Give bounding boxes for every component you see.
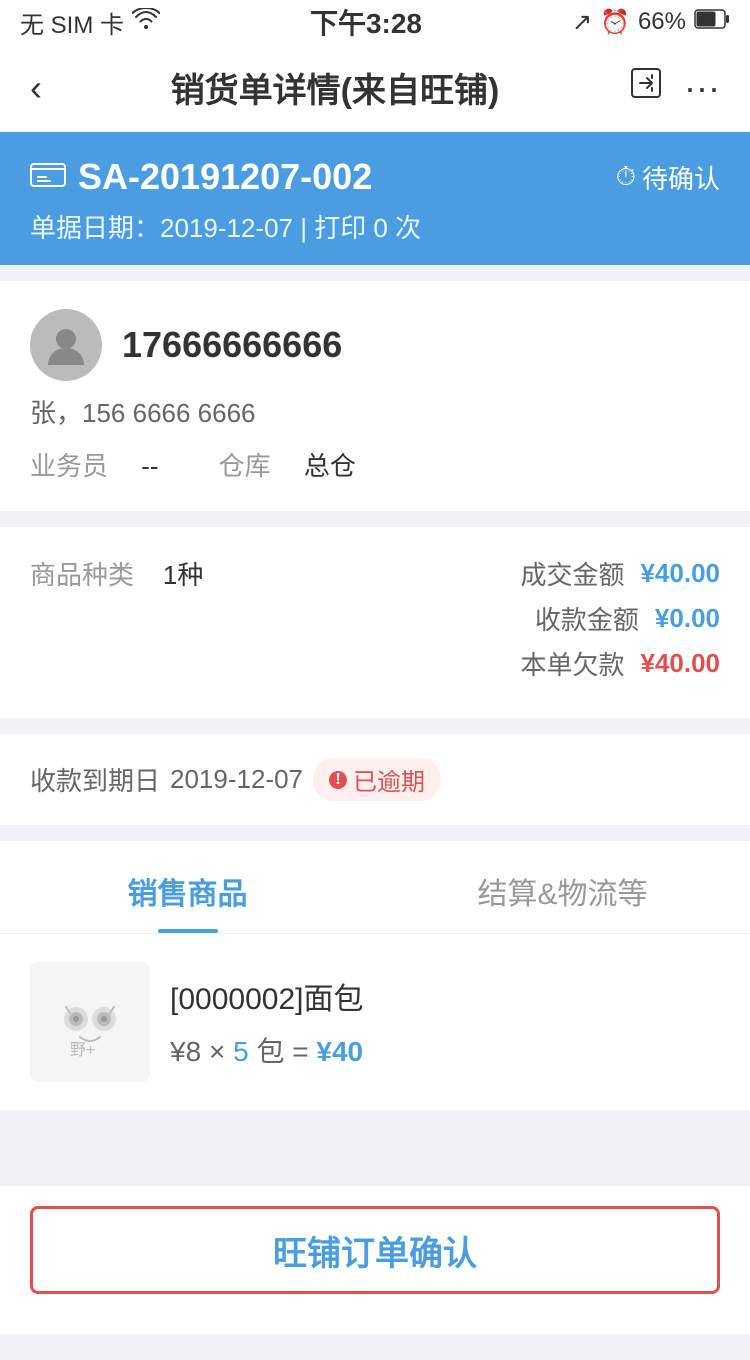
order-date: 单据日期：2019-12-07 | 打印 0 次: [30, 208, 720, 245]
tab-sales-products[interactable]: 销售商品: [0, 841, 375, 933]
warehouse-field: 仓库 总仓: [219, 446, 356, 483]
due-date-value: 2019-12-07: [170, 764, 303, 795]
salesperson-label: 业务员: [30, 451, 134, 481]
tabs-row: 销售商品 结算&物流等: [0, 841, 750, 934]
product-thumbnail: 野+: [30, 962, 150, 1082]
received-amount-row: 收款金额 ¥0.00: [520, 600, 720, 637]
back-button[interactable]: ‹: [30, 67, 42, 109]
salesperson-field: 业务员 --: [30, 446, 159, 483]
deal-amount-label: 成交金额: [520, 555, 624, 592]
product-type-section: 商品种类 1种: [30, 555, 203, 592]
product-type-value: 1种: [163, 560, 203, 590]
nav-actions: ···: [628, 65, 720, 110]
product-item: 野+ [0000002]面包 ¥8 × 5 包 = ¥40: [0, 934, 750, 1110]
product-price: ¥8: [170, 1036, 201, 1067]
battery-text: 66%: [638, 8, 686, 36]
confirm-order-button[interactable]: 旺铺订单确认: [30, 1206, 720, 1294]
order-icon: [30, 156, 66, 198]
product-price-row: ¥8 × 5 包 = ¥40: [170, 1030, 720, 1070]
location-icon: ↗: [572, 8, 592, 37]
customer-meta: 业务员 -- 仓库 总仓: [30, 446, 720, 483]
alarm-icon: ⏰: [600, 8, 630, 37]
status-left: 无 SIM 卡: [20, 5, 160, 40]
warehouse-label: 仓库: [219, 451, 297, 481]
share-icon[interactable]: [628, 65, 664, 110]
product-name: [0000002]面包: [170, 974, 720, 1018]
more-icon[interactable]: ···: [684, 67, 720, 109]
due-date-card: 收款到期日 2019-12-07 ! 已逾期: [0, 734, 750, 825]
warehouse-value: 总仓: [304, 451, 356, 481]
nav-bar: ‹ 销货单详情(来自旺铺) ···: [0, 44, 750, 132]
page-title: 销货单详情(来自旺铺): [171, 63, 500, 112]
received-amount-label: 收款金额: [535, 600, 639, 637]
product-details: [0000002]面包 ¥8 × 5 包 = ¥40: [170, 974, 720, 1070]
owed-amount-row: 本单欠款 ¥40.00: [520, 645, 720, 682]
tab-settlement-logistics[interactable]: 结算&物流等: [375, 841, 750, 933]
status-bar: 无 SIM 卡 下午3:28 ↗ ⏰ 66%: [0, 0, 750, 44]
product-total: ¥40: [316, 1036, 363, 1067]
bottom-bar: 旺铺订单确认: [0, 1185, 750, 1334]
product-qty: 5: [233, 1036, 249, 1067]
customer-row: 17666666666: [30, 309, 720, 381]
order-id: SA-20191207-002: [30, 156, 372, 198]
salesperson-value: --: [141, 451, 158, 481]
order-status: ⏱ 待确认: [616, 159, 720, 196]
status-right: ↗ ⏰ 66%: [572, 8, 730, 37]
battery-icon: [694, 8, 730, 36]
customer-card: 17666666666 张，156 6666 6666 业务员 -- 仓库 总仓: [0, 281, 750, 511]
no-sim-text: 无 SIM 卡: [20, 5, 124, 40]
wifi-icon: [132, 8, 160, 37]
equals-sign: =: [292, 1036, 316, 1067]
customer-avatar: [30, 309, 102, 381]
overdue-icon: !: [329, 771, 347, 789]
owed-amount-value: ¥40.00: [640, 648, 720, 679]
customer-phone: 17666666666: [122, 324, 342, 366]
svg-text:野+: 野+: [70, 1041, 95, 1057]
deal-amount-value: ¥40.00: [640, 558, 720, 589]
tabs-section: 销售商品 结算&物流等 野+ [0000002]面包: [0, 841, 750, 1110]
order-header-top: SA-20191207-002 ⏱ 待确认: [30, 156, 720, 198]
multiply-sign: ×: [209, 1036, 233, 1067]
overdue-badge: ! 已逾期: [313, 758, 441, 801]
summary-card: 商品种类 1种 成交金额 ¥40.00 收款金额 ¥0.00 本单欠款 ¥40.…: [0, 527, 750, 718]
amounts-section: 成交金额 ¥40.00 收款金额 ¥0.00 本单欠款 ¥40.00: [520, 555, 720, 690]
product-type-label: 商品种类: [30, 560, 134, 590]
deal-amount-row: 成交金额 ¥40.00: [520, 555, 720, 592]
status-time: 下午3:28: [310, 2, 422, 42]
received-amount-value: ¥0.00: [655, 603, 720, 634]
overdue-text: 已逾期: [353, 762, 425, 797]
customer-name: 张，156 6666 6666: [30, 393, 720, 430]
product-unit: 包: [256, 1036, 284, 1067]
clock-icon: ⏱: [616, 161, 636, 193]
order-header: SA-20191207-002 ⏱ 待确认 单据日期：2019-12-07 | …: [0, 132, 750, 265]
owed-amount-label: 本单欠款: [520, 645, 624, 682]
due-date-label: 收款到期日: [30, 761, 160, 798]
